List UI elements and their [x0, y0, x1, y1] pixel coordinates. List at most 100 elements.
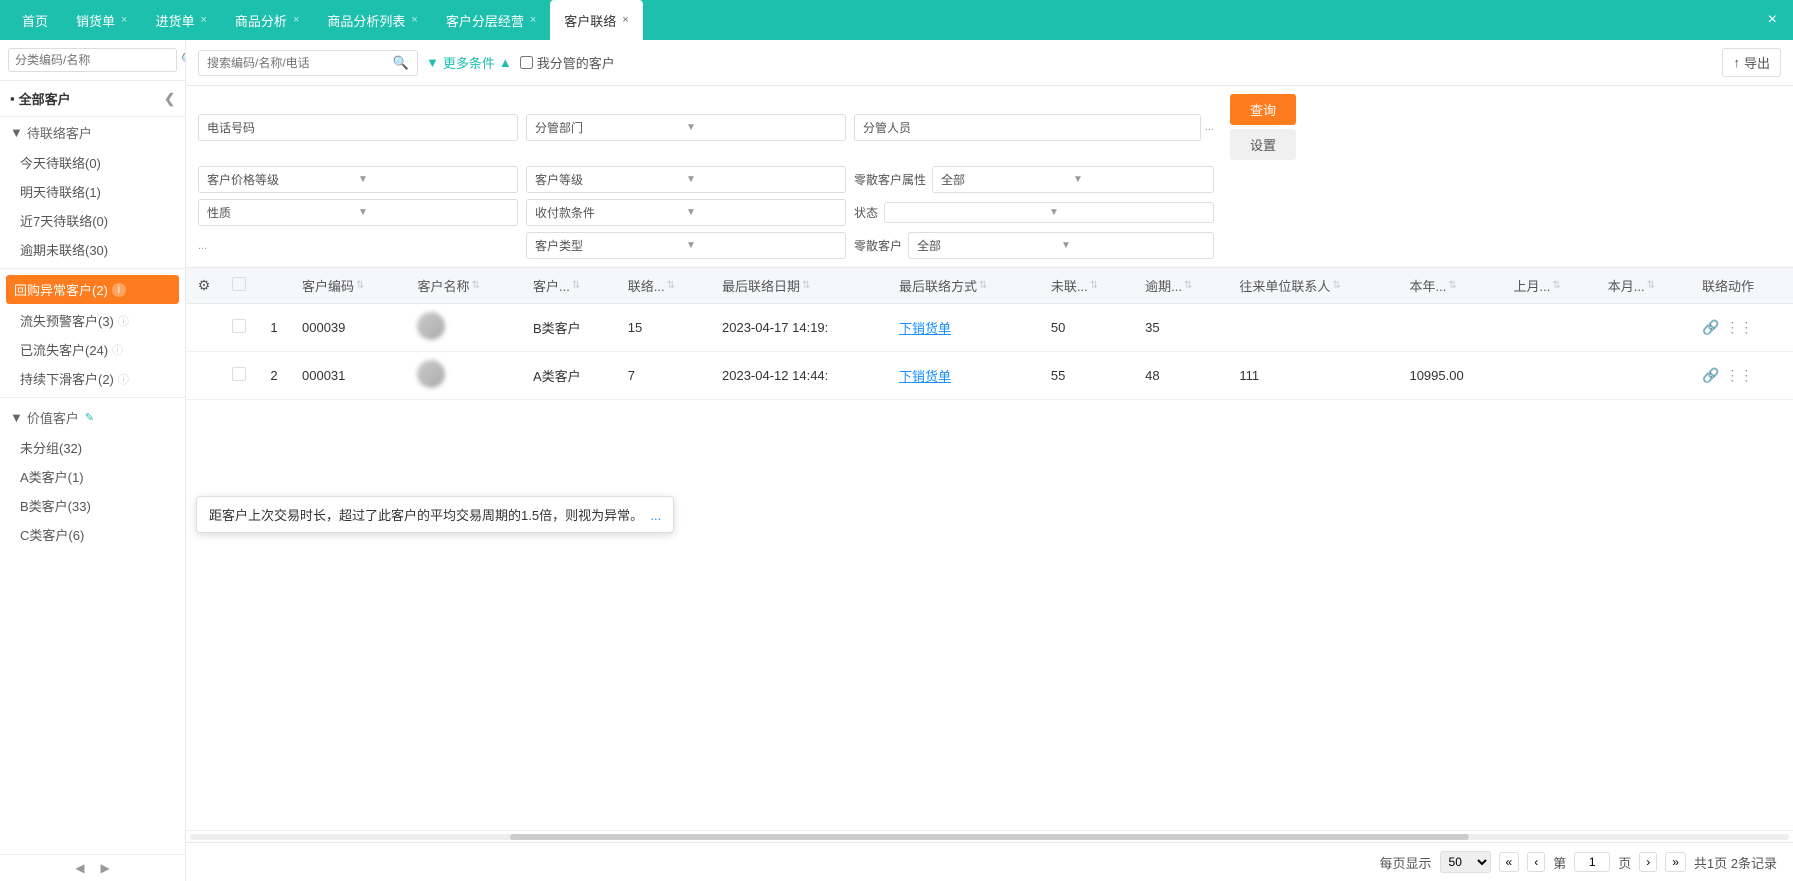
customer-value-group-title[interactable]: ▼ 价值客户 ✎ — [0, 402, 185, 433]
gender-select: 性质 ▼ — [198, 199, 518, 226]
action-contact-icon[interactable]: 🔗 — [1702, 319, 1719, 336]
sidebar-item-today[interactable]: 今天待联络(0) — [0, 148, 185, 177]
sort-icon[interactable]: ⇅ — [1448, 280, 1456, 291]
search-input[interactable] — [207, 56, 393, 70]
page-number-input[interactable] — [1574, 852, 1610, 872]
action-contact-icon[interactable]: 🔗 — [1702, 367, 1719, 384]
pending-group-title[interactable]: ▼ 待联络客户 — [0, 117, 185, 148]
sidebar-item-tomorrow[interactable]: 明天待联络(1) — [0, 177, 185, 206]
sidebar-item-repurchase-anomaly[interactable]: 回购异常客户(2) i — [6, 275, 179, 304]
td-checkbox[interactable] — [222, 304, 256, 352]
close-icon[interactable]: × — [200, 14, 206, 26]
horizontal-scrollbar[interactable] — [186, 830, 1793, 842]
td-last-contact-date: 2023-04-12 14:44: — [712, 352, 889, 400]
pagination-bar: 每页显示 50 100 200 « ‹ 第 页 › » 共1页 2条记录 — [186, 842, 1793, 881]
row-checkbox[interactable] — [232, 319, 246, 333]
settings-button[interactable]: 设置 — [1230, 129, 1296, 160]
action-more-icon[interactable]: ⋮⋮ — [1725, 319, 1753, 336]
close-icon[interactable]: × — [121, 14, 127, 26]
sidebar-item-declining[interactable]: 持续下滑客户(2) ⓘ — [0, 364, 185, 393]
nav-customer-contact[interactable]: 客户联络 × — [550, 0, 642, 40]
sort-icon[interactable]: ⇅ — [1647, 280, 1655, 291]
sort-icon[interactable]: ⇅ — [356, 280, 364, 291]
td-name — [407, 352, 522, 400]
my-customers-checkbox[interactable] — [520, 56, 533, 69]
sidebar-item-class-a[interactable]: A类客户(1) — [0, 462, 185, 491]
sidebar-item-churn-warning[interactable]: 流失预警客户(3) ⓘ — [0, 306, 185, 335]
first-page-btn[interactable]: « — [1499, 852, 1520, 872]
next-page-btn[interactable]: › — [1639, 852, 1657, 872]
action-more-icon[interactable]: ⋮⋮ — [1725, 367, 1753, 384]
data-table-container[interactable]: ⚙ 客户编码⇅ 客户名称⇅ — [186, 268, 1793, 830]
sidebar-scroll-right[interactable]: ▶ — [97, 859, 114, 877]
settings-icon[interactable]: ⚙ — [198, 277, 211, 293]
window-close-button[interactable]: × — [1760, 11, 1785, 29]
sidebar-item-churned[interactable]: 已流失客户(24) ⓘ — [0, 335, 185, 364]
more-btn[interactable]: ... — [198, 240, 207, 252]
query-button[interactable]: 查询 — [1230, 94, 1296, 125]
th-contact-person: 往来单位联系人⇅ — [1229, 268, 1399, 304]
page-size-select[interactable]: 50 100 200 — [1440, 851, 1491, 873]
sidebar-item-7days[interactable]: 近7天待联络(0) — [0, 206, 185, 235]
nav-home[interactable]: 首页 — [8, 0, 62, 40]
close-icon[interactable]: × — [411, 14, 417, 26]
td-checkbox[interactable] — [222, 352, 256, 400]
sort-icon[interactable]: ⇅ — [1552, 280, 1560, 291]
sort-icon[interactable]: ⇅ — [572, 280, 580, 291]
close-icon[interactable]: × — [530, 14, 536, 26]
td-action: 🔗 ⋮⋮ — [1692, 304, 1793, 352]
chevron-down-icon: ▼ — [358, 207, 509, 218]
last-page-btn[interactable]: » — [1665, 852, 1686, 872]
select-all-checkbox[interactable] — [232, 277, 246, 291]
nav-product-analysis[interactable]: 商品分析 × — [221, 0, 313, 40]
dropdown-icon: ▲ — [499, 55, 512, 70]
status-area: 状态 ▼ — [854, 202, 1214, 223]
nav-customer-tier[interactable]: 客户分层经营 × — [432, 0, 550, 40]
sidebar-item-overdue[interactable]: 逾期未联络(30) — [0, 235, 185, 264]
sort-icon[interactable]: ⇅ — [979, 280, 987, 291]
td-last-contact-method[interactable]: 下销货单 — [889, 352, 1041, 400]
phone-field: 电话号码 — [198, 114, 518, 141]
td-action: 🔗 ⋮⋮ — [1692, 352, 1793, 400]
more-icon[interactable]: ... — [1205, 121, 1214, 133]
nav-sales[interactable]: 销货单 × — [62, 0, 141, 40]
sort-icon[interactable]: ⇅ — [802, 280, 810, 291]
sort-icon[interactable]: ⇅ — [1332, 280, 1340, 291]
sort-icon[interactable]: ⇅ — [1090, 280, 1098, 291]
collapse-icon[interactable]: ❮ — [164, 91, 175, 107]
th-uncontacted: 未联...⇅ — [1041, 268, 1135, 304]
th-settings[interactable]: ⚙ — [186, 268, 222, 304]
sidebar-item-class-b[interactable]: B类客户(33) — [0, 491, 185, 520]
more-conditions-btn[interactable]: ▼ 更多条件 ▲ — [426, 53, 512, 72]
export-button[interactable]: ↑ 导出 — [1722, 48, 1781, 77]
td-last-contact-method[interactable]: 下销货单 — [889, 304, 1041, 352]
nav-product-analysis-list[interactable]: 商品分析列表 × — [313, 0, 431, 40]
retail-customer-area: 零散客户 全部 ▼ — [854, 232, 1214, 259]
close-icon[interactable]: × — [293, 14, 299, 26]
scroll-thumb[interactable] — [510, 834, 1469, 840]
more-btn-area: ... — [198, 240, 518, 252]
filter-actions: 查询 设置 — [1230, 94, 1296, 160]
my-customers-checkbox-area: 我分管的客户 — [520, 53, 615, 72]
search-icon[interactable]: 🔍 — [393, 55, 409, 71]
th-checkbox[interactable] — [222, 268, 256, 304]
phone-input[interactable] — [259, 120, 509, 134]
sidebar-search-input[interactable] — [8, 48, 177, 72]
tooltip-more-link[interactable]: ... — [650, 508, 661, 523]
sort-icon[interactable]: ⇅ — [667, 280, 675, 291]
table-row: 1 000039 B类客户 1 — [186, 304, 1793, 352]
info-icon: ⓘ — [118, 313, 129, 329]
scroll-track[interactable] — [190, 834, 1789, 840]
row-checkbox[interactable] — [232, 367, 246, 381]
sidebar-scroll-left[interactable]: ◀ — [71, 859, 88, 877]
nav-purchase[interactable]: 进货单 × — [141, 0, 220, 40]
edit-icon[interactable]: ✎ — [85, 411, 94, 424]
close-icon[interactable]: × — [622, 14, 628, 26]
main-layout: 🔍 ▪ 全部客户 ❮ ▼ 待联络客户 今天待联络(0) 明天待联络(1) 近7天… — [0, 40, 1793, 881]
sort-icon[interactable]: ⇅ — [472, 280, 480, 291]
sidebar-item-class-c[interactable]: C类客户(6) — [0, 520, 185, 549]
prev-page-btn[interactable]: ‹ — [1527, 852, 1545, 872]
td-num: 2 — [256, 352, 292, 400]
sort-icon[interactable]: ⇅ — [1184, 280, 1192, 291]
sidebar-item-ungrouped[interactable]: 未分组(32) — [0, 433, 185, 462]
